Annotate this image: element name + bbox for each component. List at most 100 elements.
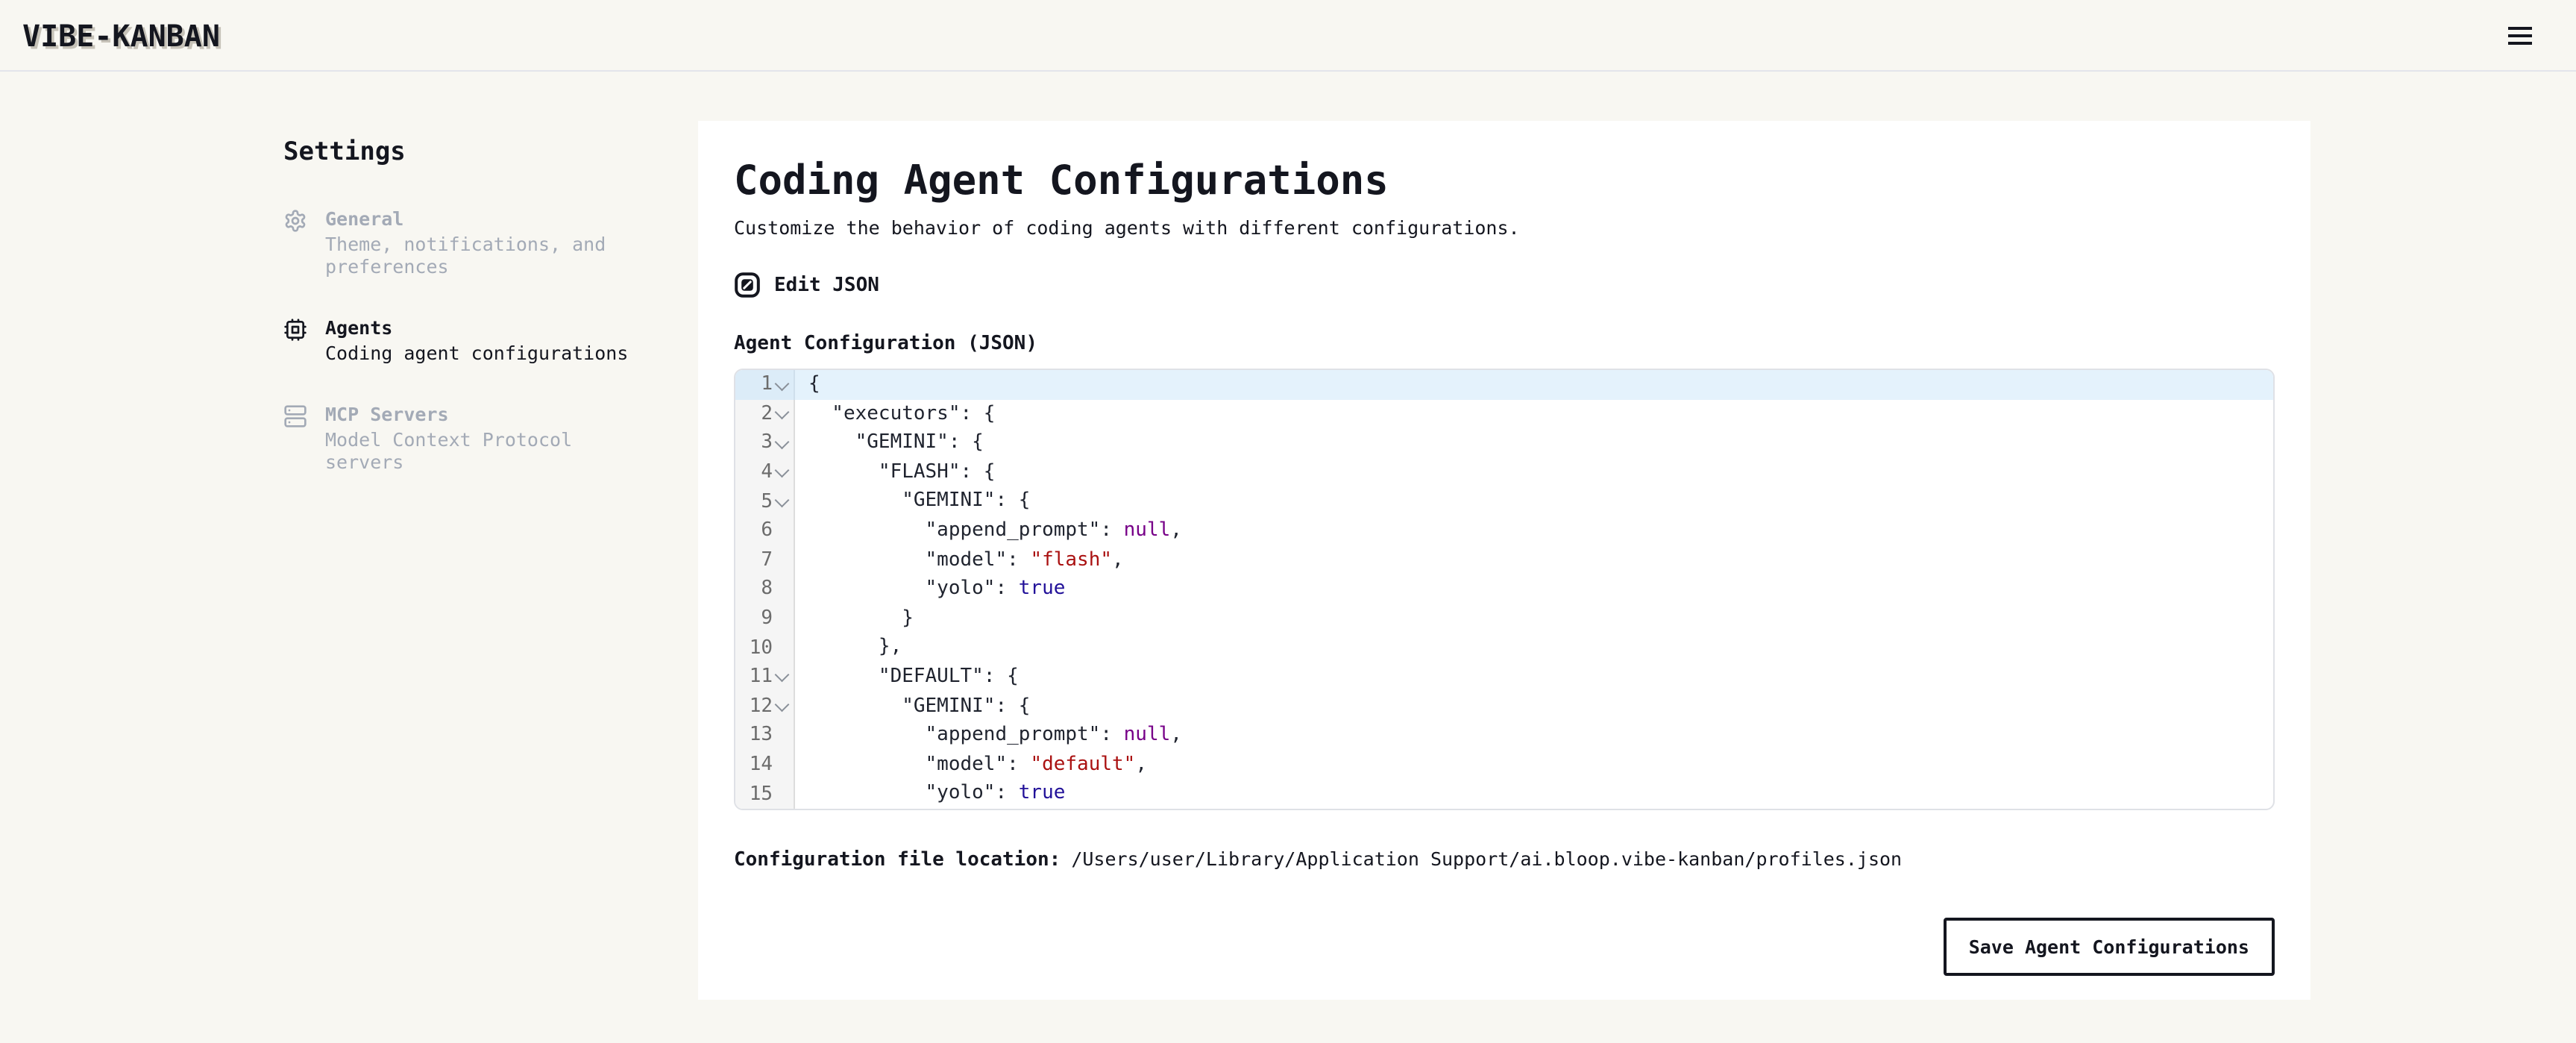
fold-gutter [773,750,791,779]
code-line-content[interactable]: "executors": { [795,399,2273,428]
code-line[interactable]: 15 "yolo": true [735,779,2273,809]
edit-json-toggle-icon [735,272,760,298]
line-number: 3 [761,431,773,454]
editor-label: Agent Configuration (JSON) [734,333,1037,355]
line-number: 12 [749,695,773,718]
line-number: 11 [749,665,773,689]
gutter-line-number[interactable]: 15 [735,779,795,809]
code-line-content[interactable]: "FLASH": { [795,458,2273,487]
code-line[interactable]: 6 "append_prompt": null, [735,516,2273,546]
code-line[interactable]: 8 "yolo": true [735,574,2273,604]
code-line[interactable]: 7 "model": "flash", [735,545,2273,575]
code-line-content[interactable]: "DEFAULT": { [795,663,2273,692]
hamburger-icon [2508,26,2532,44]
line-number: 4 [761,461,773,484]
fold-gutter [773,633,791,663]
code-line-content[interactable]: } [795,604,2273,633]
fold-gutter [773,604,791,633]
code-line-content[interactable]: "GEMINI": { [795,428,2273,457]
fold-gutter [773,399,791,428]
sidebar-item-description: Model Context Protocol servers [325,428,573,473]
gutter-line-number[interactable]: 4 [735,457,795,487]
code-line-content[interactable]: }, [795,633,2273,663]
edit-json-label: Edit JSON [774,274,879,296]
gutter-line-number[interactable]: 10 [735,633,795,663]
line-number: 8 [761,577,773,601]
line-number: 9 [761,607,773,630]
fold-chevron-icon[interactable] [774,463,789,477]
sidebar-item-general[interactable]: General Theme, notifications, and prefer… [283,207,641,278]
file-location: Configuration file location: /Users/user/… [734,848,2275,871]
gutter-line-number[interactable]: 7 [735,545,795,575]
sidebar-item-description: Theme, notifications, and preferences [325,233,606,278]
fold-gutter [773,458,791,487]
sidebar-item-label: General [325,207,404,230]
json-editor[interactable]: 1{2 "executors": {3 "GEMINI": {4 "FLASH"… [734,369,2275,810]
gutter-line-number[interactable]: 1 [735,370,795,400]
app-logo[interactable]: VIBE-KANBAN [22,17,220,53]
agent-configurations-panel: Coding Agent Configurations Customize th… [698,121,2310,1000]
fold-chevron-icon[interactable] [774,668,789,682]
editor-lines: 1{2 "executors": {3 "GEMINI": {4 "FLASH"… [735,370,2273,809]
code-line-content[interactable]: "GEMINI": { [795,487,2273,516]
code-line-content[interactable]: "GEMINI": { [795,692,2273,721]
fold-chevron-icon[interactable] [774,433,789,448]
fold-chevron-icon[interactable] [774,697,789,712]
line-number: 2 [761,402,773,425]
gutter-line-number[interactable]: 11 [735,662,795,692]
fold-gutter [773,574,791,604]
code-line[interactable]: 3 "GEMINI": { [735,428,2273,458]
gutter-line-number[interactable]: 2 [735,399,795,429]
gutter-line-number[interactable]: 13 [735,721,795,751]
code-line[interactable]: 14 "model": "default", [735,750,2273,780]
page-title: Coding Agent Configurations [734,158,1389,204]
code-line-content[interactable]: "model": "flash", [795,545,2273,574]
code-line[interactable]: 1{ [735,370,2273,400]
code-line[interactable]: 2 "executors": { [735,399,2273,429]
fold-gutter [773,487,791,516]
file-location-path: /Users/user/Library/Application Support/… [1071,847,1903,870]
code-line[interactable]: 11 "DEFAULT": { [735,662,2273,692]
gear-icon [285,210,306,232]
code-line-content[interactable]: "append_prompt": null, [795,721,2273,750]
file-location-label: Configuration file location: [734,848,1061,871]
gutter-line-number[interactable]: 12 [735,692,795,721]
code-line[interactable]: 5 "GEMINI": { [735,486,2273,516]
sidebar-item-mcp-servers[interactable]: MCP Servers Model Context Protocol serve… [283,403,641,473]
code-line-content[interactable]: "yolo": true [795,780,2273,809]
line-number: 10 [749,636,773,660]
server-icon [284,405,307,427]
code-line-content[interactable]: { [795,370,2273,399]
gutter-line-number[interactable]: 9 [735,604,795,633]
sidebar-item-description: Coding agent configurations [325,342,629,364]
sidebar-item-agents[interactable]: Agents Coding agent configurations [283,316,641,364]
fold-gutter [773,663,791,692]
edit-json-toggle[interactable]: Edit JSON [734,272,879,298]
gutter-line-number[interactable]: 5 [735,486,795,516]
fold-gutter [773,428,791,457]
code-line[interactable]: 10 }, [735,633,2273,663]
gutter-line-number[interactable]: 8 [735,574,795,604]
gutter-line-number[interactable]: 6 [735,516,795,546]
line-number: 1 [761,373,773,396]
page-subtitle: Customize the behavior of coding agents … [734,216,1520,239]
save-agent-configurations-button[interactable]: Save Agent Configurations [1943,917,2275,976]
line-number: 6 [761,519,773,542]
code-line[interactable]: 12 "GEMINI": { [735,692,2273,721]
gutter-line-number[interactable]: 3 [735,428,795,458]
hamburger-menu-button[interactable] [2501,19,2539,51]
fold-chevron-icon[interactable] [774,404,789,419]
code-line[interactable]: 4 "FLASH": { [735,457,2273,487]
code-line[interactable]: 13 "append_prompt": null, [735,721,2273,751]
settings-sidebar: Settings General Theme, notifications, a… [283,137,641,512]
code-line-content[interactable]: "model": "default", [795,750,2273,779]
gutter-line-number[interactable]: 14 [735,750,795,780]
fold-chevron-icon[interactable] [774,375,789,389]
fold-gutter [773,370,791,399]
code-line-content[interactable]: "append_prompt": null, [795,516,2273,545]
fold-gutter [773,692,791,721]
app-root: VIBE-KANBAN Settings General Theme, noti… [0,0,2576,1043]
code-line[interactable]: 9 } [735,604,2273,633]
fold-chevron-icon[interactable] [774,492,789,507]
code-line-content[interactable]: "yolo": true [795,574,2273,604]
